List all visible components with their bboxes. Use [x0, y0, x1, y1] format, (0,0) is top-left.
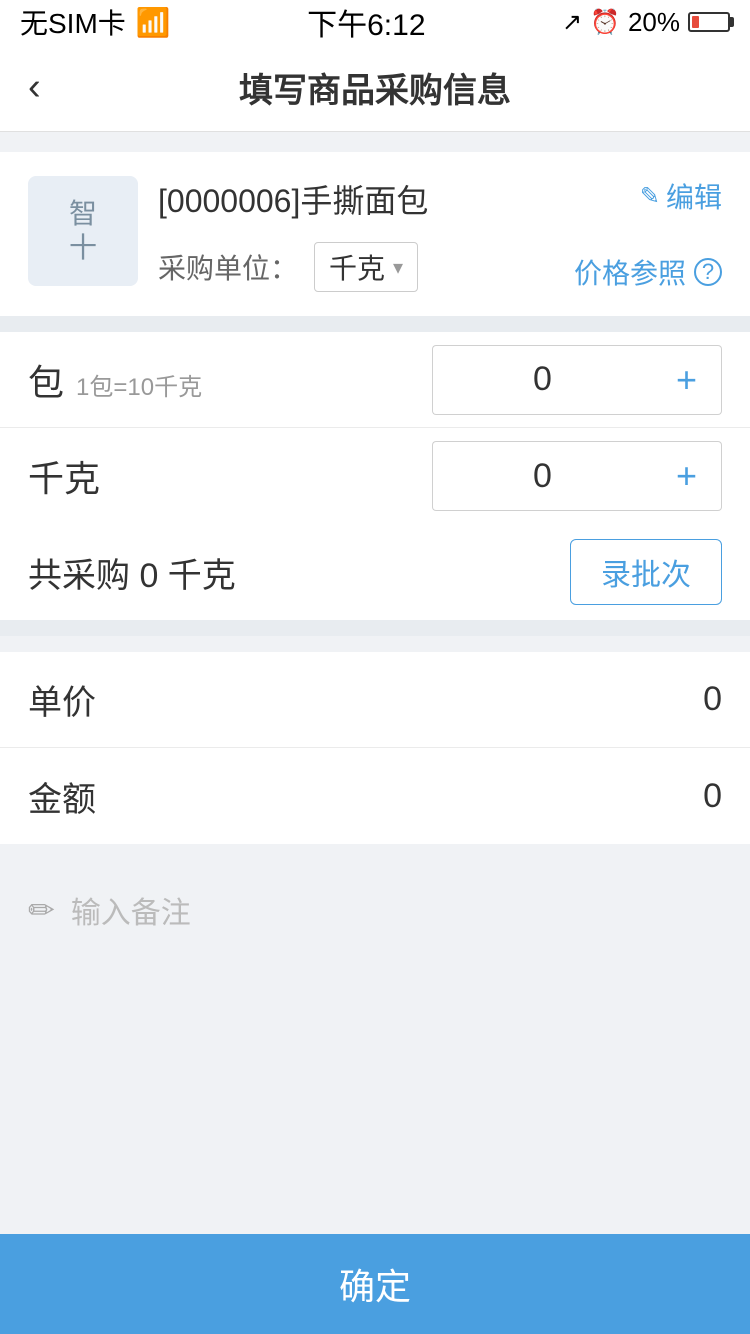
status-left: 无SIM卡 📶	[20, 2, 171, 42]
section-divider-1	[0, 316, 750, 332]
battery-fill	[692, 16, 699, 28]
price-row-amount: 金额 0	[0, 748, 750, 844]
price-ref-button[interactable]: 价格参照 ?	[574, 252, 722, 292]
unit-price-value: 0	[703, 680, 722, 719]
input-field-wrap-bao: +	[432, 345, 722, 415]
product-card: 智 十 [0000006]手撕面包 采购单位： 千克 ▾ ✎ 编辑 价格参照 ?	[0, 152, 750, 316]
nav-bar: ‹ 填写商品采购信息	[0, 44, 750, 132]
amount-label: 金额	[28, 772, 96, 821]
price-row-unit: 单价 0	[0, 652, 750, 748]
edit-icon: ✎	[640, 182, 660, 211]
input-section: 包 1包=10千克 + 千克 +	[0, 332, 750, 524]
batch-button[interactable]: 录批次	[570, 539, 722, 605]
label-bao: 包 1包=10千克	[28, 354, 432, 406]
page-title: 填写商品采购信息	[239, 63, 511, 112]
main-label-kg: 千克	[28, 450, 100, 502]
status-time: 下午6:12	[307, 0, 425, 44]
total-section: 共采购 0 千克 录批次	[0, 524, 750, 620]
pencil-icon: ✏	[28, 891, 55, 929]
unit-select[interactable]: 千克 ▾	[314, 242, 418, 292]
bao-input[interactable]	[432, 345, 652, 415]
status-right: ↗ ⏰ 20%	[562, 7, 730, 38]
main-label-bao: 包	[28, 354, 64, 406]
input-row-bao: 包 1包=10千克 +	[0, 332, 750, 428]
help-icon: ?	[694, 258, 722, 286]
battery-icon	[688, 12, 730, 32]
confirm-button[interactable]: 确定	[0, 1234, 750, 1334]
label-kg: 千克	[28, 450, 432, 502]
wifi-icon: 📶	[136, 6, 171, 39]
product-logo: 智 十	[69, 197, 97, 264]
product-name: [0000006]手撕面包	[158, 176, 722, 222]
sub-label-bao: 1包=10千克	[76, 367, 202, 402]
unit-value: 千克	[329, 247, 385, 287]
input-row-kg: 千克 +	[0, 428, 750, 524]
price-section: 单价 0 金额 0	[0, 652, 750, 844]
product-image: 智 十	[28, 176, 138, 286]
kg-plus-button[interactable]: +	[652, 441, 722, 511]
notes-placeholder: 输入备注	[71, 888, 191, 932]
kg-input[interactable]	[432, 441, 652, 511]
bao-plus-button[interactable]: +	[652, 345, 722, 415]
input-field-wrap-kg: +	[432, 441, 722, 511]
unit-label: 采购单位：	[158, 247, 298, 287]
section-divider-2	[0, 620, 750, 636]
price-ref-label: 价格参照	[574, 252, 686, 292]
carrier-label: 无SIM卡	[20, 2, 126, 42]
notes-section[interactable]: ✏ 输入备注	[0, 860, 750, 960]
alarm-icon: ⏰	[590, 8, 620, 37]
back-button[interactable]: ‹	[28, 66, 41, 109]
total-label: 共采购 0 千克	[28, 548, 236, 597]
status-bar: 无SIM卡 📶 下午6:12 ↗ ⏰ 20%	[0, 0, 750, 44]
battery-percent: 20%	[628, 7, 680, 38]
chevron-down-icon: ▾	[393, 255, 403, 280]
unit-price-label: 单价	[28, 675, 96, 724]
amount-value: 0	[703, 777, 722, 816]
location-icon: ↗	[562, 8, 582, 37]
edit-button[interactable]: ✎ 编辑	[640, 176, 722, 216]
